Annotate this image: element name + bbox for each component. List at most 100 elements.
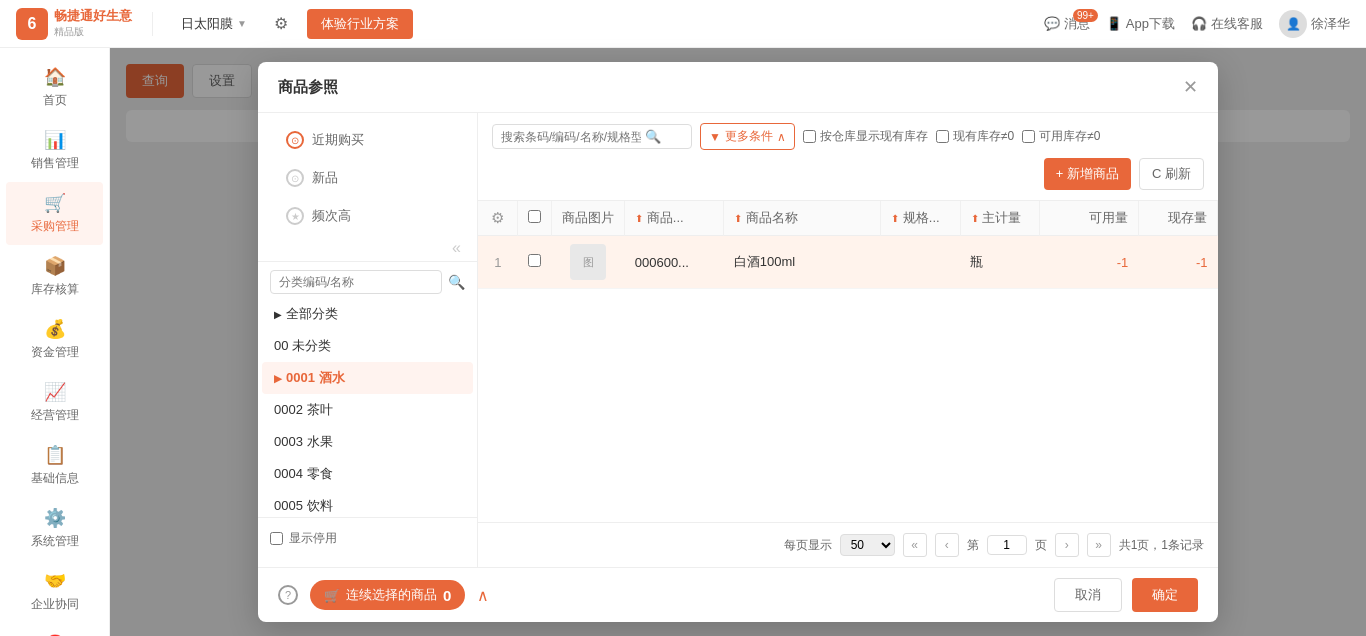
cart-button[interactable]: 🛒 连续选择的商品 0 (310, 580, 465, 610)
col-unit-header[interactable]: ⬆ 主计量 (960, 201, 1040, 236)
inventory-icon: 📦 (44, 255, 66, 277)
row-check[interactable] (518, 236, 552, 289)
current-stock-label[interactable]: 现有库存≠0 (936, 128, 1014, 145)
store-name: 日太阳膜 (181, 15, 233, 33)
sidebar-item-sales-label: 销售管理 (31, 155, 79, 172)
cat-00[interactable]: 00 未分类 (262, 330, 473, 362)
page-suffix-label: 页 (1035, 537, 1047, 554)
warehouse-stock-label[interactable]: 按仓库显示现有库存 (803, 128, 928, 145)
col-name-header[interactable]: ⬆ 商品名称 (724, 201, 881, 236)
store-selector[interactable]: 日太阳膜 ▼ (173, 11, 255, 37)
per-page-select[interactable]: 20 50 100 (840, 534, 895, 556)
cat-0003[interactable]: 0003 水果 (262, 426, 473, 458)
sidebar-item-operation[interactable]: 📈 经营管理 (6, 371, 103, 434)
cancel-button[interactable]: 取消 (1054, 578, 1122, 612)
show-disabled-label[interactable]: 显示停用 (289, 530, 337, 547)
messages-badge: 99+ (1073, 9, 1098, 22)
warehouse-stock-checkbox[interactable] (803, 130, 816, 143)
category-search-input[interactable] (270, 270, 442, 294)
recent-purchases-item[interactable]: ⊙ 近期购买 (274, 125, 461, 155)
sidebar-item-home[interactable]: 🏠 首页 (6, 56, 103, 119)
current-stock-checkbox[interactable] (936, 130, 949, 143)
freq-icon: ★ (286, 207, 304, 225)
cat-all[interactable]: ▶ 全部分类 (262, 298, 473, 330)
system-icon: ⚙️ (44, 507, 66, 529)
sidebar-item-finance[interactable]: 💰 资金管理 (6, 308, 103, 371)
sort-icon-code: ⬆ (635, 213, 643, 224)
sidebar-item-system[interactable]: ⚙️ 系统管理 (6, 497, 103, 560)
avail-stock-checkbox[interactable] (1022, 130, 1035, 143)
cat-all-arrow: ▶ (274, 309, 282, 320)
sidebar-item-basic[interactable]: 📋 基础信息 (6, 434, 103, 497)
col-avail-header[interactable]: 可用量 (1040, 201, 1138, 236)
table-row[interactable]: 1 图 000600... 白酒100ml (478, 236, 1218, 289)
select-all-checkbox[interactable] (528, 210, 541, 223)
app-download-button[interactable]: 📱 App下载 (1106, 15, 1175, 33)
cat-0001[interactable]: ▶ 0001 酒水 (262, 362, 473, 394)
cat-0005[interactable]: 0005 饮料 (262, 490, 473, 513)
table-settings-icon[interactable]: ⚙ (491, 209, 504, 226)
cat-0005-label: 0005 饮料 (274, 497, 333, 513)
sidebar-item-guide[interactable]: 🎯 新手引导 (6, 623, 103, 636)
user-avatar[interactable]: 👤 徐泽华 (1279, 10, 1350, 38)
cat-0002-label: 0002 茶叶 (274, 401, 333, 419)
gear-icon[interactable]: ⚙ (267, 10, 295, 38)
footer-right: 取消 确定 (1054, 578, 1198, 612)
modal-close-button[interactable]: ✕ (1183, 76, 1198, 98)
cat-0004-label: 0004 零食 (274, 465, 333, 483)
refresh-table-button[interactable]: C 刷新 (1139, 158, 1204, 190)
row-checkbox[interactable] (528, 254, 541, 267)
collapse-left-button[interactable]: « (452, 239, 461, 257)
logo-icon: 6 (16, 8, 48, 40)
product-search-bar: 🔍 (492, 124, 692, 149)
cat-0004[interactable]: 0004 零食 (262, 458, 473, 490)
col-stock-header[interactable]: 现存量 (1138, 201, 1217, 236)
avail-stock-text: 可用库存≠0 (1039, 128, 1100, 145)
avail-stock-label[interactable]: 可用库存≠0 (1022, 128, 1100, 145)
sales-icon: 📊 (44, 129, 66, 151)
show-disabled-checkbox[interactable] (270, 532, 283, 545)
col-spec-label: 规格... (903, 210, 940, 225)
category-search-icon[interactable]: 🔍 (448, 274, 465, 290)
freq-item[interactable]: ★ 频次高 (274, 201, 461, 231)
logo-text: 畅捷通好生意 (54, 8, 132, 25)
row-img: 图 (552, 236, 625, 289)
new-icon: ⊙ (286, 169, 304, 187)
current-page-input[interactable] (987, 535, 1027, 555)
col-code-header[interactable]: ⬆ 商品... (625, 201, 724, 236)
next-page-button[interactable]: › (1055, 533, 1079, 557)
add-product-button[interactable]: + 新增商品 (1044, 158, 1131, 190)
confirm-button[interactable]: 确定 (1132, 578, 1198, 612)
col-spec-header[interactable]: ⬆ 规格... (881, 201, 961, 236)
new-products-item[interactable]: ⊙ 新品 (274, 163, 461, 193)
sidebar-item-inventory-label: 库存核算 (31, 281, 79, 298)
sidebar-item-collab[interactable]: 🤝 企业协同 (6, 560, 103, 623)
messages-button[interactable]: 💬 消息 99+ (1044, 15, 1090, 33)
cat-0002[interactable]: 0002 茶叶 (262, 394, 473, 426)
last-page-button[interactable]: » (1087, 533, 1111, 557)
product-search-input[interactable] (501, 130, 641, 144)
service-button[interactable]: 🎧 在线客服 (1191, 15, 1263, 33)
table-header-row: ⚙ 商品图片 (478, 201, 1218, 236)
sidebar-item-purchase[interactable]: 🛒 采购管理 (6, 182, 103, 245)
left-panel: ⊙ 近期购买 ⊙ 新品 ★ 频次高 (258, 113, 478, 567)
topbar-divider (152, 12, 153, 36)
col-settings: ⚙ (478, 201, 518, 236)
sidebar-item-sales[interactable]: 📊 销售管理 (6, 119, 103, 182)
filter-button[interactable]: ▼ 更多条件 ∧ (700, 123, 795, 150)
modal-footer: ? 🛒 连续选择的商品 0 ∧ 取消 确定 (258, 567, 1218, 622)
row-stock: -1 (1138, 236, 1217, 289)
product-toolbar: 🔍 ▼ 更多条件 ∧ 按仓库显示现有库存 (478, 113, 1218, 201)
cat-0001-label: 0001 酒水 (286, 369, 345, 387)
sidebar-item-inventory[interactable]: 📦 库存核算 (6, 245, 103, 308)
help-icon[interactable]: ? (278, 585, 298, 605)
product-search-icon[interactable]: 🔍 (645, 129, 661, 144)
phone-icon: 📱 (1106, 16, 1122, 31)
prev-page-button[interactable]: ‹ (935, 533, 959, 557)
row-num: 1 (478, 236, 518, 289)
first-page-button[interactable]: « (903, 533, 927, 557)
sidebar-item-finance-label: 资金管理 (31, 344, 79, 361)
total-info: 共1页，1条记录 (1119, 537, 1204, 554)
cta-button[interactable]: 体验行业方案 (307, 9, 413, 39)
footer-collapse-arrow[interactable]: ∧ (477, 586, 489, 605)
